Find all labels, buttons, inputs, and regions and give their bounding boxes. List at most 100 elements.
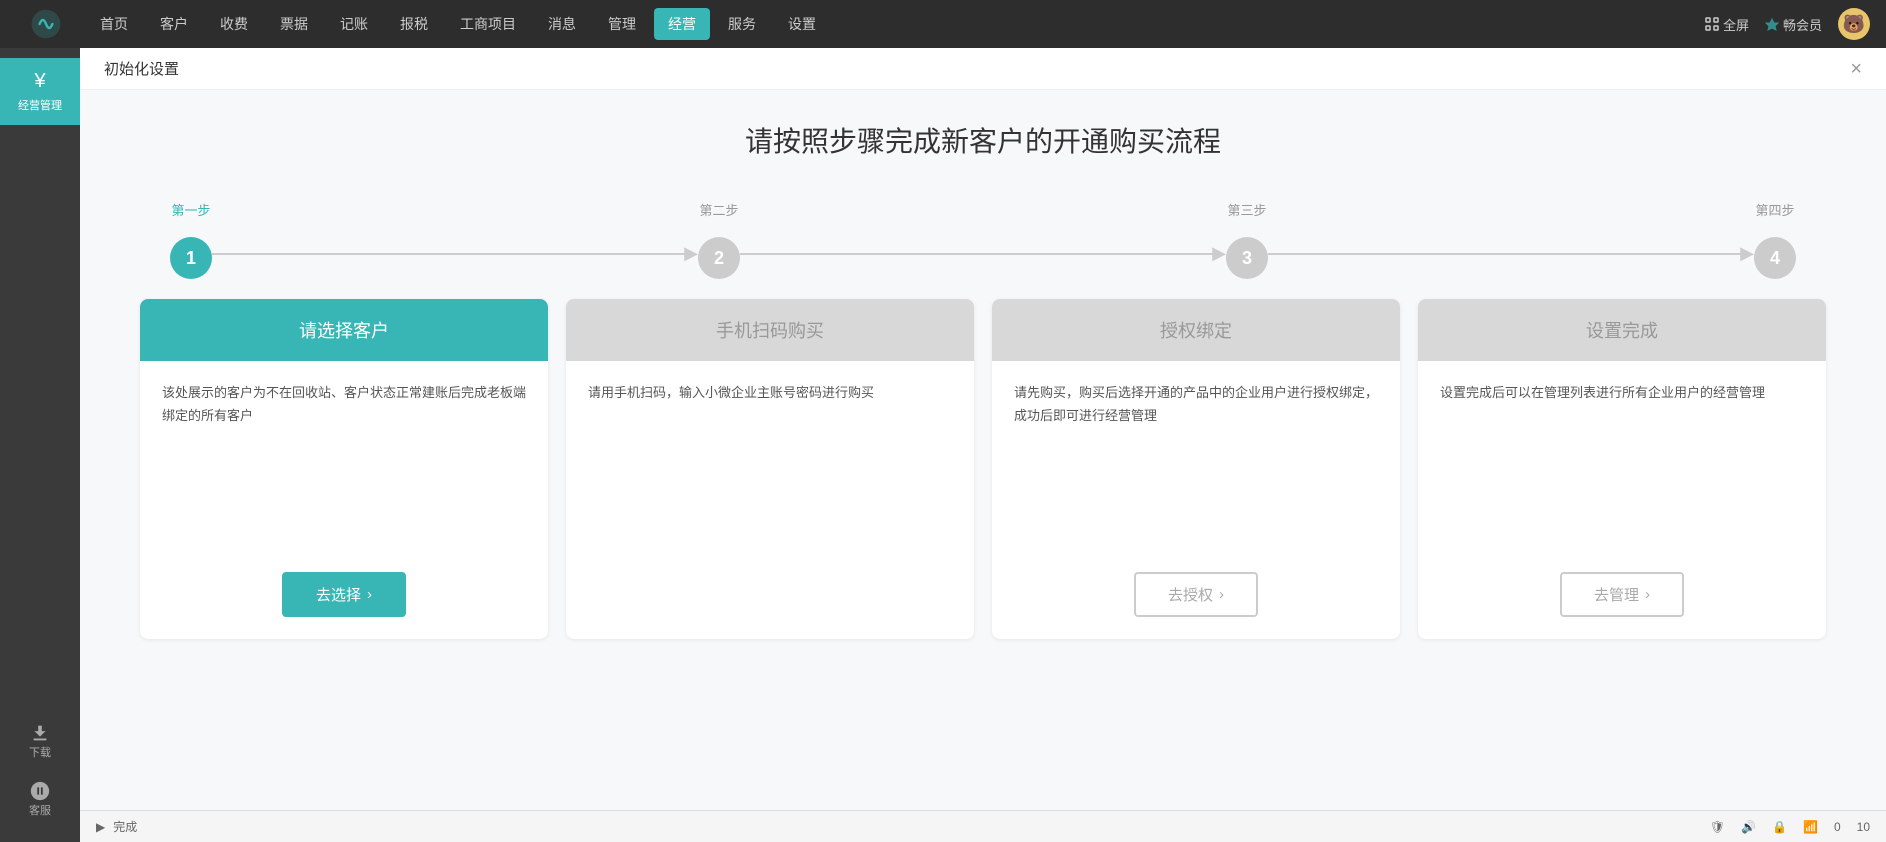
connector-1-2: ▶ xyxy=(212,215,698,264)
wifi-status-icon: 📶 xyxy=(1803,820,1818,834)
sidebar-bottom: 下载 客服 xyxy=(0,714,80,842)
card-btn-arrow-1: › xyxy=(367,586,372,603)
volume-status-icon: 🔊 xyxy=(1741,820,1756,834)
card-btn-label-4: 去管理 xyxy=(1594,584,1639,605)
sidebar-item-label: 经营管理 xyxy=(18,97,62,113)
card-body-2: 请用手机扫码，输入小微企业主账号密码进行购买 xyxy=(566,361,974,601)
step-unit-1: 第一步 1 xyxy=(170,200,212,279)
step-circle-3: 3 xyxy=(1226,237,1268,279)
nav-item-customer[interactable]: 客户 xyxy=(146,8,202,40)
app-logo[interactable] xyxy=(16,8,76,40)
step-card-3: 授权绑定 请先购买，购买后选择开通的产品中的企业用户进行授权绑定，成功后即可进行… xyxy=(992,299,1400,639)
vip-button[interactable]: 畅会员 xyxy=(1765,15,1822,34)
card-title-2: 手机扫码购买 xyxy=(716,321,824,341)
wizard-title: 请按照步骤完成新客户的开通购买流程 xyxy=(140,120,1826,160)
card-body-4: 设置完成后可以在管理列表进行所有企业用户的经营管理 xyxy=(1418,361,1826,556)
sidebar: ¥ 经营管理 下载 客服 xyxy=(0,48,80,842)
card-footer-2 xyxy=(566,601,974,639)
card-header-4: 设置完成 xyxy=(1418,299,1826,361)
step-card-2: 手机扫码购买 请用手机扫码，输入小微企业主账号密码进行购买 xyxy=(566,299,974,639)
vip-label: 畅会员 xyxy=(1783,15,1822,34)
avatar[interactable]: 🐻 xyxy=(1838,8,1870,40)
step-card-1: 请选择客户 该处展示的客户为不在回收站、客户状态正常建账后完成老板端绑定的所有客… xyxy=(140,299,548,639)
step-card-4: 设置完成 设置完成后可以在管理列表进行所有企业用户的经营管理 去管理 › xyxy=(1418,299,1826,639)
card-btn-arrow-4: › xyxy=(1645,586,1650,603)
nav-item-fee[interactable]: 收费 xyxy=(206,8,262,40)
fullscreen-label: 全屏 xyxy=(1723,15,1749,34)
nav-item-operation[interactable]: 经营 xyxy=(654,8,710,40)
main-body: ¥ 经营管理 下载 客服 初始化设置 × 请按照步骤完成新客户的开通购买流程 xyxy=(0,48,1886,842)
content-area: 初始化设置 × 请按照步骤完成新客户的开通购买流程 第一步 1 ▶ xyxy=(80,48,1886,842)
nav-item-tax[interactable]: 报税 xyxy=(386,8,442,40)
cards-row: 请选择客户 该处展示的客户为不在回收站、客户状态正常建账后完成老板端绑定的所有客… xyxy=(140,299,1826,639)
connector-2-3: ▶ xyxy=(740,215,1226,264)
fullscreen-button[interactable]: 全屏 xyxy=(1705,15,1749,34)
nav-item-bill[interactable]: 票据 xyxy=(266,8,322,40)
sidebar-download[interactable]: 下载 xyxy=(0,714,80,768)
card-header-3: 授权绑定 xyxy=(992,299,1400,361)
lock-status-icon: 🔒 xyxy=(1772,820,1787,834)
card-body-text-2: 请用手机扫码，输入小微企业主账号密码进行购买 xyxy=(588,385,874,400)
card-btn-4[interactable]: 去管理 › xyxy=(1560,572,1684,617)
nav-item-service[interactable]: 服务 xyxy=(714,8,770,40)
step-unit-2: 第二步 2 xyxy=(698,200,740,279)
card-body-text-4: 设置完成后可以在管理列表进行所有企业用户的经营管理 xyxy=(1440,385,1765,400)
card-body-1: 该处展示的客户为不在回收站、客户状态正常建账后完成老板端绑定的所有客户 xyxy=(140,361,548,556)
status-label: 完成 xyxy=(113,818,137,835)
status-bar: ▶ 完成 🛡 🔊 🔒 📶 0 10 xyxy=(80,810,1886,842)
arrow-1-2: ▶ xyxy=(684,243,698,264)
step-unit-4: 第四步 4 xyxy=(1754,200,1796,279)
step-circle-1: 1 xyxy=(170,237,212,279)
step-circle-4: 4 xyxy=(1754,237,1796,279)
card-btn-label-3: 去授权 xyxy=(1168,584,1213,605)
step-label-4: 第四步 xyxy=(1755,200,1794,219)
step-label-1: 第一步 xyxy=(171,200,210,219)
card-btn-1[interactable]: 去选择 › xyxy=(282,572,406,617)
top-navigation: 首页 客户 收费 票据 记账 报税 工商项目 消息 管理 经营 服务 设置 全屏… xyxy=(0,0,1886,48)
counter-10: 10 xyxy=(1857,820,1870,834)
card-title-4: 设置完成 xyxy=(1586,321,1658,341)
card-body-text-3: 请先购买，购买后选择开通的产品中的企业用户进行授权绑定，成功后即可进行经营管理 xyxy=(1014,385,1378,423)
play-icon: ▶ xyxy=(96,820,105,834)
sidebar-item-operation[interactable]: ¥ 经营管理 xyxy=(0,58,80,125)
connector-3-4: ▶ xyxy=(1268,215,1754,264)
card-footer-4: 去管理 › xyxy=(1418,556,1826,639)
card-btn-label-1: 去选择 xyxy=(316,584,361,605)
top-nav-right: 全屏 畅会员 🐻 xyxy=(1705,8,1870,40)
arrow-3-4: ▶ xyxy=(1740,243,1754,264)
nav-item-accounting[interactable]: 记账 xyxy=(326,8,382,40)
nav-item-home[interactable]: 首页 xyxy=(86,8,142,40)
step-number-3: 3 xyxy=(1242,248,1252,269)
card-btn-3[interactable]: 去授权 › xyxy=(1134,572,1258,617)
step-label-2: 第二步 xyxy=(699,200,738,219)
card-footer-3: 去授权 › xyxy=(992,556,1400,639)
nav-item-settings[interactable]: 设置 xyxy=(774,8,830,40)
nav-item-business[interactable]: 工商项目 xyxy=(446,8,530,40)
shield-status-icon: 🛡 xyxy=(1710,820,1725,834)
step-number-4: 4 xyxy=(1770,248,1780,269)
card-header-2: 手机扫码购买 xyxy=(566,299,974,361)
steps-indicator: 第一步 1 ▶ 第二步 2 xyxy=(140,200,1826,279)
sidebar-support[interactable]: 客服 xyxy=(0,772,80,826)
status-bar-right: 🛡 🔊 🔒 📶 0 10 xyxy=(1710,820,1870,834)
step-circle-2: 2 xyxy=(698,237,740,279)
nav-item-message[interactable]: 消息 xyxy=(534,8,590,40)
card-body-3: 请先购买，购买后选择开通的产品中的企业用户进行授权绑定，成功后即可进行经营管理 xyxy=(992,361,1400,556)
close-button[interactable]: × xyxy=(1850,59,1862,79)
support-label: 客服 xyxy=(29,802,51,818)
card-footer-1: 去选择 › xyxy=(140,556,548,639)
card-body-text-1: 该处展示的客户为不在回收站、客户状态正常建账后完成老板端绑定的所有客户 xyxy=(162,385,526,423)
wizard-area: 请按照步骤完成新客户的开通购买流程 第一步 1 ▶ 第二步 xyxy=(80,90,1886,810)
step-number-2: 2 xyxy=(714,248,724,269)
card-header-1: 请选择客户 xyxy=(140,299,548,361)
yuan-icon: ¥ xyxy=(34,70,45,93)
counter-0: 0 xyxy=(1834,820,1841,834)
page-title: 初始化设置 xyxy=(104,58,179,79)
nav-item-manage[interactable]: 管理 xyxy=(594,8,650,40)
arrow-2-3: ▶ xyxy=(1212,243,1226,264)
content-header: 初始化设置 × xyxy=(80,48,1886,90)
step-number-1: 1 xyxy=(186,248,196,269)
step-label-3: 第三步 xyxy=(1227,200,1266,219)
nav-items-container: 首页 客户 收费 票据 记账 报税 工商项目 消息 管理 经营 服务 设置 xyxy=(86,8,1705,40)
download-label: 下载 xyxy=(29,744,51,760)
